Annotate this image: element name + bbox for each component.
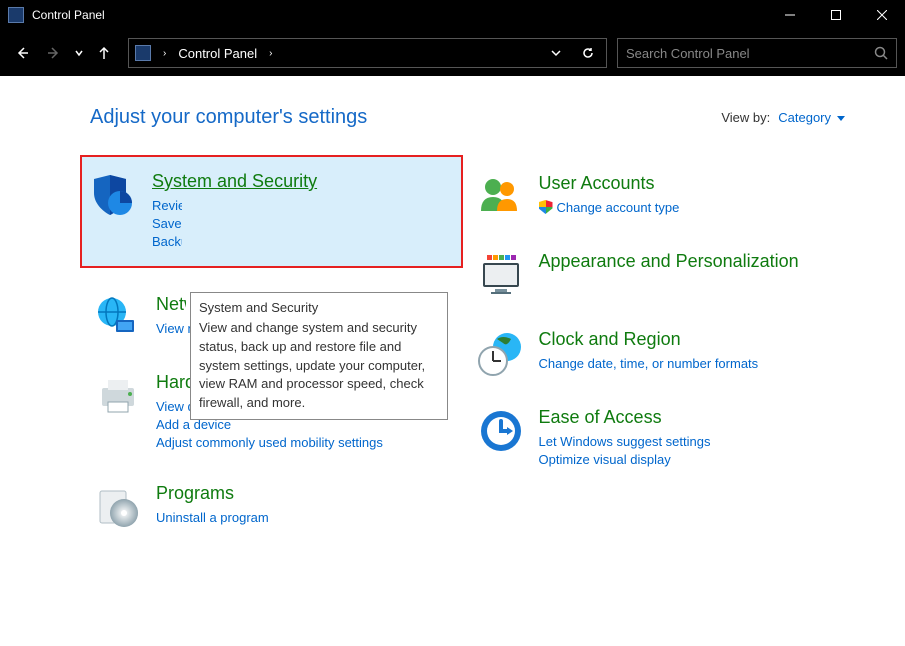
- link-windows-suggest[interactable]: Let Windows suggest settings: [539, 434, 842, 449]
- refresh-button[interactable]: [576, 41, 600, 65]
- navbar: › Control Panel ›: [0, 30, 905, 76]
- forward-button[interactable]: [40, 39, 68, 67]
- category-title-clock[interactable]: Clock and Region: [539, 329, 681, 350]
- link-backup-restore[interactable]: Backup and Restore (Windows 7): [152, 234, 182, 249]
- ease-of-access-icon: [477, 407, 525, 455]
- link-change-account-type[interactable]: Change account type: [539, 200, 842, 215]
- minimize-button[interactable]: [767, 0, 813, 30]
- category-title-system-security[interactable]: System and Security: [152, 171, 317, 192]
- page-title: Adjust your computer's settings: [90, 106, 721, 129]
- tooltip: System and Security View and change syst…: [190, 292, 448, 420]
- category-title-ease-of-access[interactable]: Ease of Access: [539, 407, 662, 428]
- breadcrumb-control-panel[interactable]: Control Panel: [178, 46, 257, 61]
- link-review-status[interactable]: Review your computer's status: [152, 198, 182, 213]
- link-file-history[interactable]: Save backup copies of your files with Fi…: [152, 216, 182, 231]
- monitor-colors-icon: [477, 251, 525, 299]
- content-area: Adjust your computer's settings View by:…: [0, 76, 905, 587]
- category-system-security[interactable]: System and Security Review your computer…: [80, 155, 463, 268]
- clock-globe-icon: [477, 329, 525, 377]
- category-appearance[interactable]: Appearance and Personalization: [473, 247, 846, 303]
- chevron-right-icon[interactable]: ›: [163, 48, 166, 59]
- link-change-date-time[interactable]: Change date, time, or number formats: [539, 356, 842, 371]
- address-bar[interactable]: › Control Panel ›: [128, 38, 607, 68]
- header-row: Adjust your computer's settings View by:…: [90, 106, 845, 129]
- window-title: Control Panel: [32, 8, 767, 22]
- addressbar-dropdown-button[interactable]: [544, 41, 568, 65]
- search-icon[interactable]: [874, 46, 888, 60]
- category-title-user-accounts[interactable]: User Accounts: [539, 173, 655, 194]
- tooltip-title: System and Security: [199, 299, 439, 318]
- category-title-network[interactable]: Network and Internet: [156, 294, 186, 315]
- users-icon: [477, 173, 525, 221]
- globe-network-icon: [94, 294, 142, 342]
- titlebar: Control Panel: [0, 0, 905, 30]
- recent-locations-button[interactable]: [72, 39, 86, 67]
- category-title-programs[interactable]: Programs: [156, 483, 234, 504]
- category-programs[interactable]: Programs Uninstall a program: [90, 479, 463, 535]
- category-user-accounts[interactable]: User Accounts Change account type: [473, 169, 846, 225]
- printer-icon: [94, 372, 142, 420]
- right-column: User Accounts Change account type Appear…: [473, 169, 846, 557]
- app-icon: [8, 7, 24, 23]
- category-clock[interactable]: Clock and Region Change date, time, or n…: [473, 325, 846, 381]
- link-uninstall-program[interactable]: Uninstall a program: [156, 510, 459, 525]
- link-optimize-display[interactable]: Optimize visual display: [539, 452, 842, 467]
- addressbar-icon: [135, 45, 151, 61]
- up-button[interactable]: [90, 39, 118, 67]
- link-mobility-settings[interactable]: Adjust commonly used mobility settings: [156, 435, 459, 450]
- disc-box-icon: [94, 483, 142, 531]
- window-controls: [767, 0, 905, 30]
- search-bar[interactable]: [617, 38, 897, 68]
- back-button[interactable]: [8, 39, 36, 67]
- viewby-dropdown[interactable]: Category: [778, 110, 845, 125]
- maximize-button[interactable]: [813, 0, 859, 30]
- category-ease-of-access[interactable]: Ease of Access Let Windows suggest setti…: [473, 403, 846, 474]
- viewby-label: View by:: [721, 110, 770, 125]
- shield-icon: [90, 171, 138, 219]
- chevron-right-icon[interactable]: ›: [269, 48, 272, 59]
- tooltip-body: View and change system and security stat…: [199, 319, 439, 413]
- category-title-appearance[interactable]: Appearance and Personalization: [539, 251, 799, 272]
- search-input[interactable]: [626, 46, 874, 61]
- close-button[interactable]: [859, 0, 905, 30]
